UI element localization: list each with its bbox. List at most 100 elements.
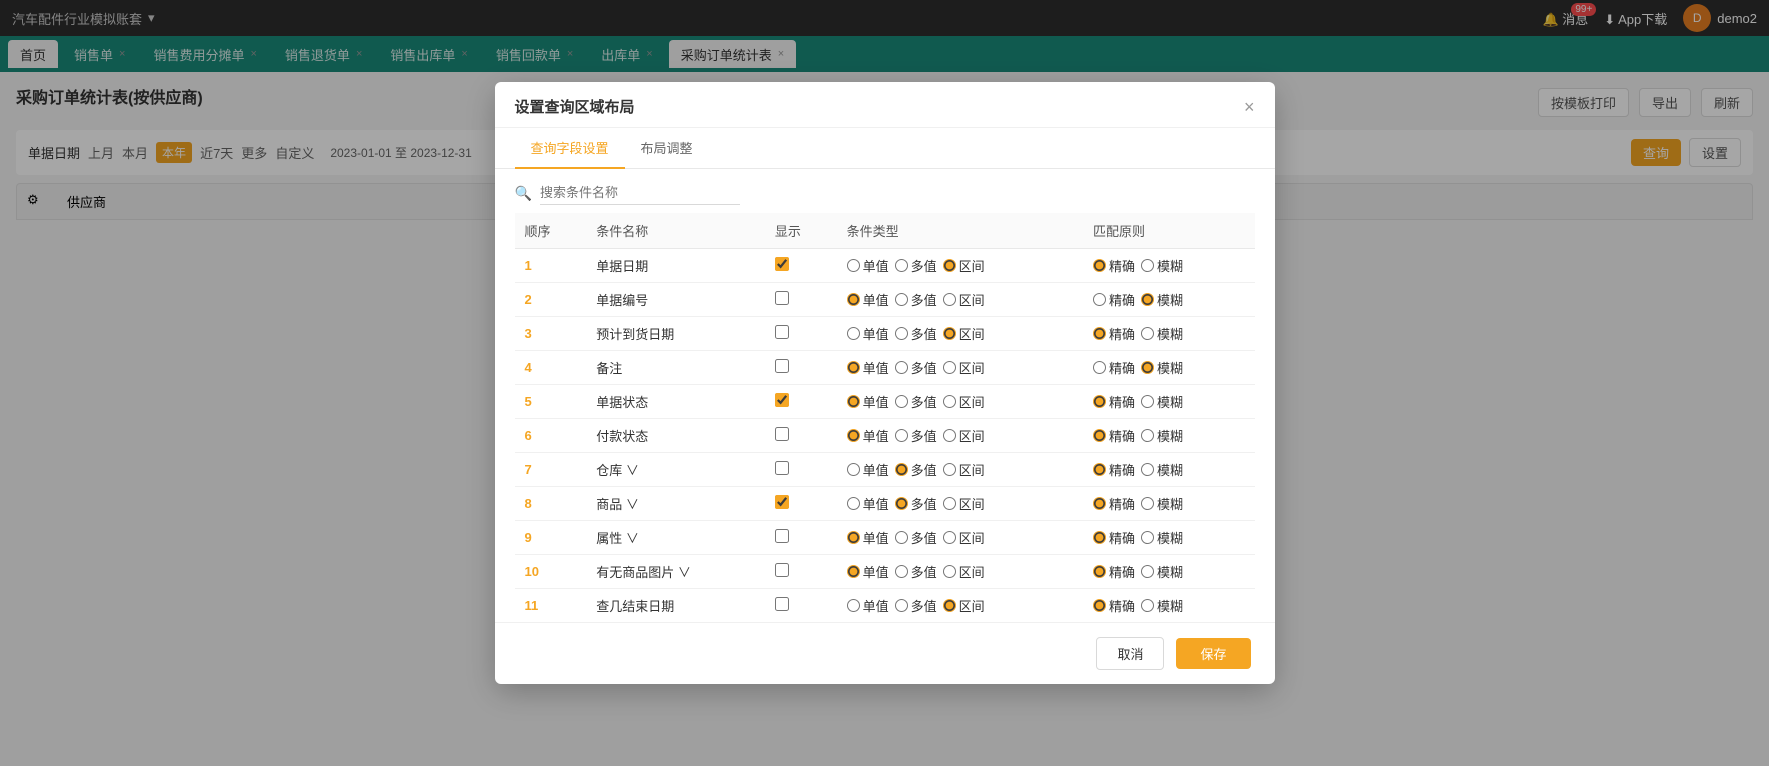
- type-radio-单值[interactable]: 单值: [847, 426, 889, 445]
- cancel-btn[interactable]: 取消: [1096, 637, 1164, 670]
- row-show-checkbox-cell: [765, 317, 837, 351]
- row-condition-name: 备注: [586, 351, 765, 385]
- show-checkbox[interactable]: [775, 393, 789, 407]
- match-radio-模糊[interactable]: 模糊: [1141, 562, 1183, 581]
- search-area: 🔍: [495, 169, 1275, 213]
- type-radio-单值[interactable]: 单值: [847, 290, 889, 309]
- match-radio-精确[interactable]: 精确: [1093, 460, 1135, 479]
- th-show: 显示: [765, 213, 837, 249]
- row-condition-name: 商品 ∨: [586, 487, 765, 521]
- type-radio-单值[interactable]: 单值: [847, 460, 889, 479]
- match-radio-模糊[interactable]: 模糊: [1141, 460, 1183, 479]
- row-match-cell: 精确模糊: [1083, 589, 1255, 623]
- row-show-checkbox-cell: [765, 249, 837, 283]
- row-condition-name: 单据状态: [586, 385, 765, 419]
- row-type-cell: 单值多值区间: [837, 555, 1083, 589]
- show-checkbox[interactable]: [775, 291, 789, 305]
- match-radio-精确[interactable]: 精确: [1093, 528, 1135, 547]
- show-checkbox[interactable]: [775, 495, 789, 509]
- row-type-cell: 单值多值区间: [837, 487, 1083, 521]
- row-show-checkbox-cell: [765, 521, 837, 555]
- th-type: 条件类型: [837, 213, 1083, 249]
- match-radio-模糊[interactable]: 模糊: [1141, 324, 1183, 343]
- type-radio-单值[interactable]: 单值: [847, 358, 889, 377]
- search-input[interactable]: [540, 181, 740, 205]
- match-radio-模糊[interactable]: 模糊: [1141, 256, 1183, 275]
- show-checkbox[interactable]: [775, 529, 789, 543]
- match-radio-精确[interactable]: 精确: [1093, 256, 1135, 275]
- type-radio-多值[interactable]: 多值: [895, 528, 937, 547]
- table-row: 1单据日期单值多值区间精确模糊: [515, 249, 1255, 283]
- match-radio-精确[interactable]: 精确: [1093, 358, 1135, 377]
- type-radio-单值[interactable]: 单值: [847, 392, 889, 411]
- type-radio-单值[interactable]: 单值: [847, 596, 889, 615]
- match-radio-精确[interactable]: 精确: [1093, 290, 1135, 309]
- row-type-cell: 单值多值区间: [837, 419, 1083, 453]
- type-radio-区间[interactable]: 区间: [943, 426, 985, 445]
- match-radio-模糊[interactable]: 模糊: [1141, 596, 1183, 615]
- table-row: 7仓库 ∨单值多值区间精确模糊: [515, 453, 1255, 487]
- match-radio-模糊[interactable]: 模糊: [1141, 494, 1183, 513]
- match-radio-精确[interactable]: 精确: [1093, 562, 1135, 581]
- match-radio-精确[interactable]: 精确: [1093, 596, 1135, 615]
- table-row: 11查几结束日期单值多值区间精确模糊: [515, 589, 1255, 623]
- show-checkbox[interactable]: [775, 597, 789, 611]
- type-radio-多值[interactable]: 多值: [895, 460, 937, 479]
- match-radio-精确[interactable]: 精确: [1093, 324, 1135, 343]
- type-radio-区间[interactable]: 区间: [943, 256, 985, 275]
- match-radio-精确[interactable]: 精确: [1093, 494, 1135, 513]
- type-radio-区间[interactable]: 区间: [943, 528, 985, 547]
- tab-layout-adjust[interactable]: 布局调整: [625, 128, 709, 169]
- row-condition-name: 属性 ∨: [586, 521, 765, 555]
- row-order: 11: [515, 589, 587, 623]
- row-match-cell: 精确模糊: [1083, 317, 1255, 351]
- type-radio-区间[interactable]: 区间: [943, 290, 985, 309]
- match-radio-精确[interactable]: 精确: [1093, 426, 1135, 445]
- type-radio-单值[interactable]: 单值: [847, 324, 889, 343]
- table-row: 5单据状态单值多值区间精确模糊: [515, 385, 1255, 419]
- type-radio-多值[interactable]: 多值: [895, 562, 937, 581]
- type-radio-多值[interactable]: 多值: [895, 392, 937, 411]
- show-checkbox[interactable]: [775, 359, 789, 373]
- type-radio-区间[interactable]: 区间: [943, 460, 985, 479]
- row-order: 9: [515, 521, 587, 555]
- save-btn[interactable]: 保存: [1176, 638, 1250, 669]
- type-radio-单值[interactable]: 单值: [847, 494, 889, 513]
- type-radio-区间[interactable]: 区间: [943, 562, 985, 581]
- row-show-checkbox-cell: [765, 385, 837, 419]
- type-radio-区间[interactable]: 区间: [943, 358, 985, 377]
- type-radio-区间[interactable]: 区间: [943, 392, 985, 411]
- match-radio-模糊[interactable]: 模糊: [1141, 426, 1183, 445]
- table-row: 9属性 ∨ 单值多值区间 精确模糊: [515, 521, 1255, 555]
- type-radio-多值[interactable]: 多值: [895, 596, 937, 615]
- show-checkbox[interactable]: [775, 257, 789, 271]
- type-radio-区间[interactable]: 区间: [943, 596, 985, 615]
- match-radio-模糊[interactable]: 模糊: [1141, 392, 1183, 411]
- type-radio-多值[interactable]: 多值: [895, 494, 937, 513]
- row-type-cell: 单值多值区间: [837, 317, 1083, 351]
- tab-query-fields[interactable]: 查询字段设置: [515, 128, 625, 169]
- type-radio-区间[interactable]: 区间: [943, 324, 985, 343]
- type-radio-多值[interactable]: 多值: [895, 324, 937, 343]
- show-checkbox[interactable]: [775, 325, 789, 339]
- type-radio-单值[interactable]: 单值: [847, 562, 889, 581]
- row-show-checkbox-cell: [765, 589, 837, 623]
- row-condition-name: 仓库 ∨: [586, 453, 765, 487]
- show-checkbox[interactable]: [775, 563, 789, 577]
- type-radio-多值[interactable]: 多值: [895, 358, 937, 377]
- type-radio-多值[interactable]: 多值: [895, 256, 937, 275]
- type-radio-单值[interactable]: 单值: [847, 256, 889, 275]
- type-radio-单值[interactable]: 单值: [847, 528, 889, 547]
- type-radio-多值[interactable]: 多值: [895, 290, 937, 309]
- type-radio-区间[interactable]: 区间: [943, 494, 985, 513]
- match-radio-模糊[interactable]: 模糊: [1141, 528, 1183, 547]
- row-order: 1: [515, 249, 587, 283]
- match-radio-模糊[interactable]: 模糊: [1141, 358, 1183, 377]
- row-order: 6: [515, 419, 587, 453]
- match-radio-模糊[interactable]: 模糊: [1141, 290, 1183, 309]
- dialog-close-btn[interactable]: ×: [1244, 98, 1255, 116]
- show-checkbox[interactable]: [775, 461, 789, 475]
- match-radio-精确[interactable]: 精确: [1093, 392, 1135, 411]
- type-radio-多值[interactable]: 多值: [895, 426, 937, 445]
- show-checkbox[interactable]: [775, 427, 789, 441]
